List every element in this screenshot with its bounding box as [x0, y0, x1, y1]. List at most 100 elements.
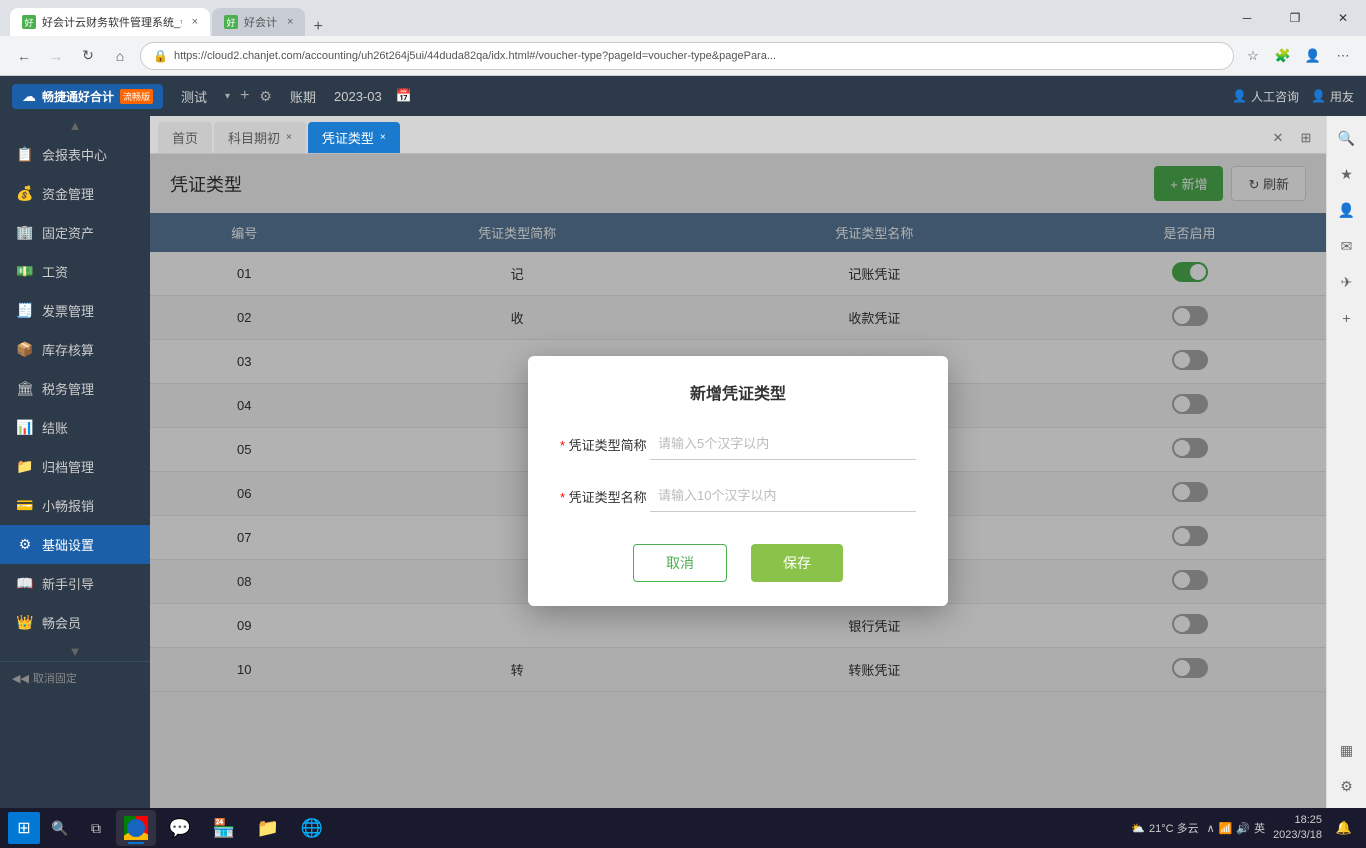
tabs-collapse-button[interactable]: ✕: [1266, 126, 1290, 150]
settings-icon: ⚙: [16, 536, 34, 554]
tab-label-1: 好会计云财务软件管理系统_会计: [42, 14, 182, 30]
taskbar-store[interactable]: 🏪: [204, 810, 244, 846]
assets-icon: 🏢: [16, 224, 34, 242]
tab-1[interactable]: 好 好会计云财务软件管理系统_会计 ×: [10, 8, 210, 36]
taskbar-notification[interactable]: 🔔: [1330, 814, 1358, 842]
modal-footer: 取消 保存: [560, 544, 916, 582]
tab-voucher-type[interactable]: 凭证类型 ×: [308, 122, 400, 153]
sidebar-item-invoice[interactable]: 🧾 发票管理: [0, 291, 150, 330]
member-icon: 👑: [16, 614, 34, 632]
tab-close-1[interactable]: ×: [192, 16, 198, 28]
sidebar-item-member[interactable]: 👑 畅会员: [0, 603, 150, 642]
sidebar-item-archive[interactable]: 📁 归档管理: [0, 447, 150, 486]
tab-close-2[interactable]: ×: [287, 16, 293, 28]
url-bar[interactable]: 🔒 https://cloud2.chanjet.com/accounting/…: [140, 42, 1234, 70]
favorites-button[interactable]: ☆: [1242, 45, 1264, 67]
right-add-button[interactable]: +: [1333, 304, 1361, 332]
abbr-input[interactable]: [650, 428, 916, 460]
right-outlook-button[interactable]: ✉: [1333, 232, 1361, 260]
logo-icon: ☁: [22, 88, 36, 105]
sidebar-item-capital[interactable]: 💰 资金管理: [0, 174, 150, 213]
logo-badge: 流畅版: [120, 89, 153, 104]
header-user[interactable]: 👤 用友: [1311, 88, 1354, 105]
right-search-button[interactable]: 🔍: [1333, 124, 1361, 152]
sidebar-item-settings[interactable]: ⚙ 基础设置: [0, 525, 150, 564]
sidebar-item-expense[interactable]: 💳 小畅报销: [0, 486, 150, 525]
sidebar-item-guide[interactable]: 📖 新手引导: [0, 564, 150, 603]
cancel-fixed[interactable]: ◀◀ 取消固定: [0, 661, 150, 694]
minimize-button[interactable]: ─: [1224, 2, 1270, 34]
cancel-button[interactable]: 取消: [633, 544, 727, 582]
profile-button[interactable]: 👤: [1302, 45, 1324, 67]
header-service[interactable]: 👤 人工咨询: [1232, 88, 1299, 105]
right-person-button[interactable]: 👤: [1333, 196, 1361, 224]
taskbar-volume-icon: 🔊: [1236, 822, 1250, 835]
sidebar-item-inventory[interactable]: 📦 库存核算: [0, 330, 150, 369]
sidebar-label-settings: 基础设置: [42, 535, 94, 554]
right-panel: 🔍 ★ 👤 ✉ ✈ + ▦ ⚙: [1326, 116, 1366, 808]
menu-button[interactable]: ⋯: [1332, 45, 1354, 67]
service-label: 人工咨询: [1251, 88, 1299, 105]
cancel-fixed-label: 取消固定: [33, 670, 77, 686]
sidebar-item-checkout[interactable]: 📊 结账: [0, 408, 150, 447]
close-button[interactable]: ✕: [1320, 2, 1366, 34]
logo-area[interactable]: ☁ 畅捷通好合计 流畅版: [12, 84, 163, 109]
sidebar-scroll-down[interactable]: ▼: [0, 642, 150, 661]
sidebar-label-guide: 新手引导: [42, 574, 94, 593]
maximize-button[interactable]: ❐: [1272, 2, 1318, 34]
sidebar-item-tax[interactable]: 🏛 税务管理: [0, 369, 150, 408]
taskbar-time[interactable]: 18:25 2023/3/18: [1273, 813, 1322, 844]
modal-title: 新增凭证类型: [560, 380, 916, 404]
back-button[interactable]: ←: [12, 44, 36, 68]
tab-subject[interactable]: 科目期初 ×: [214, 122, 306, 153]
taskbar: ⊞ 🔍 ⧉ 💬 🏪 📁 🌐 ⛅ 21°C 多云 ∧ 📶 🔊 英 18:25 20…: [0, 808, 1366, 848]
extensions-button[interactable]: 🧩: [1272, 45, 1294, 67]
tab-2[interactable]: 好 好会计 ×: [212, 8, 305, 36]
name-input[interactable]: [650, 480, 916, 512]
tab-voucher-label: 凭证类型: [322, 128, 374, 147]
header-period-label: 账期: [290, 87, 316, 106]
page-content: 凭证类型 + 新增 ↻ 刷新 编号 凭证类型简称 凭证类型名称 是否启用: [150, 154, 1326, 808]
taskbar-folder[interactable]: 📁: [248, 810, 288, 846]
new-tab-button[interactable]: +: [305, 18, 330, 36]
sidebar-scroll-up[interactable]: ▲: [0, 116, 150, 135]
taskbar-search[interactable]: 🔍: [44, 812, 76, 844]
start-button[interactable]: ⊞: [8, 812, 40, 844]
forward-button[interactable]: →: [44, 44, 68, 68]
taskbar-taskview[interactable]: ⧉: [80, 812, 112, 844]
header-company[interactable]: 测试: [173, 87, 215, 106]
sidebar-label-salary: 工资: [42, 262, 68, 281]
reload-button[interactable]: ↻: [76, 44, 100, 68]
taskbar-chrome[interactable]: [116, 810, 156, 846]
header-right: 👤 人工咨询 👤 用友: [1232, 88, 1354, 105]
right-star-button[interactable]: ★: [1333, 160, 1361, 188]
header-add-button[interactable]: +: [240, 87, 249, 105]
save-button[interactable]: 保存: [751, 544, 843, 582]
sidebar-label-member: 畅会员: [42, 613, 81, 632]
name-form-row: 凭证类型名称: [560, 480, 916, 512]
sidebar-item-salary[interactable]: 💵 工资: [0, 252, 150, 291]
sidebar-label-archive: 归档管理: [42, 457, 94, 476]
header-calendar-icon[interactable]: 📅: [396, 88, 412, 104]
right-settings-button[interactable]: ⚙: [1333, 772, 1361, 800]
tab-subject-close[interactable]: ×: [286, 132, 292, 143]
address-bar: ← → ↻ ⌂ 🔒 https://cloud2.chanjet.com/acc…: [0, 36, 1366, 76]
right-grid-button[interactable]: ▦: [1333, 736, 1361, 764]
app-layout: ▲ 📋 会报表中心 💰 资金管理 🏢 固定资产 💵 工资 🧾 发票管理 📦 库存…: [0, 116, 1366, 808]
sidebar-item-notices[interactable]: 📋 会报表中心: [0, 135, 150, 174]
sidebar-label-notices: 会报表中心: [42, 145, 107, 164]
header-period-value[interactable]: 2023-03: [334, 89, 382, 104]
taskbar-arrow-up[interactable]: ∧: [1207, 822, 1215, 835]
taskbar-wechat[interactable]: 💬: [160, 810, 200, 846]
abbr-label: 凭证类型简称: [560, 435, 650, 454]
tab-home[interactable]: 首页: [158, 122, 212, 153]
home-button[interactable]: ⌂: [108, 44, 132, 68]
header-gear-button[interactable]: ⚙: [259, 88, 272, 105]
tab-voucher-close[interactable]: ×: [380, 132, 386, 143]
sidebar-label-tax: 税务管理: [42, 379, 94, 398]
right-send-button[interactable]: ✈: [1333, 268, 1361, 296]
taskbar-edge[interactable]: 🌐: [292, 810, 332, 846]
tabs-expand-button[interactable]: ⊞: [1294, 126, 1318, 150]
sidebar-item-assets[interactable]: 🏢 固定资产: [0, 213, 150, 252]
header-dropdown[interactable]: ▾: [225, 91, 230, 102]
